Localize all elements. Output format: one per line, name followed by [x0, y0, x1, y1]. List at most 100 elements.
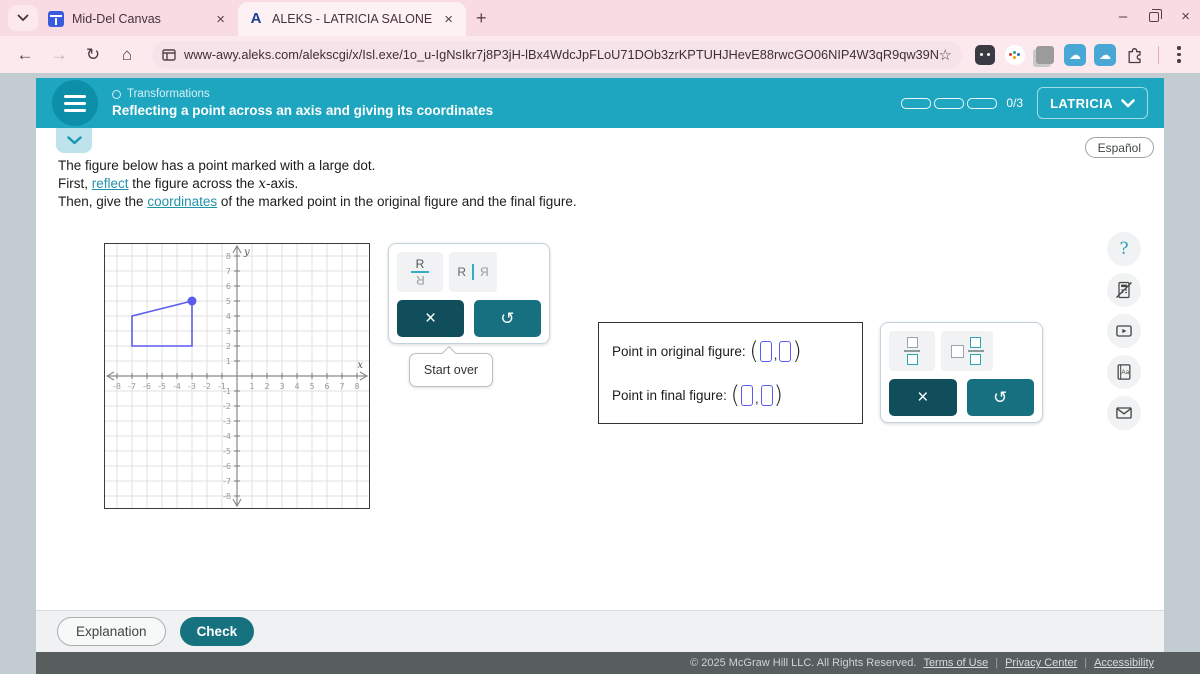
reflect-vertical-button[interactable]: R R	[449, 252, 497, 292]
user-menu-button[interactable]: LATRICIA	[1037, 87, 1148, 119]
svg-text:y: y	[243, 247, 250, 258]
svg-text:-8: -8	[223, 492, 231, 501]
dictionary-button[interactable]: Aa	[1107, 355, 1141, 389]
svg-text:-2: -2	[223, 402, 231, 411]
progress-segment	[901, 97, 932, 109]
accessibility-link[interactable]: Accessibility	[1094, 657, 1154, 669]
whole-number-box	[950, 344, 964, 358]
svg-text:Aa: Aa	[1121, 369, 1129, 376]
text: the figure across the	[128, 176, 259, 191]
explanation-button[interactable]: Explanation	[57, 617, 166, 646]
extensions-puzzle-button[interactable]	[1122, 42, 1148, 68]
final-x-input[interactable]	[740, 384, 753, 406]
denominator-box	[906, 354, 918, 365]
fraction-bar	[967, 350, 984, 352]
original-x-input[interactable]	[759, 340, 772, 362]
clear-button[interactable]: ×	[889, 379, 957, 416]
hamburger-menu-button[interactable]	[52, 80, 98, 126]
tab-mid-del-canvas[interactable]: Mid-Del Canvas ×	[38, 2, 238, 36]
question-line-2: First, reflect the figure across the x-a…	[58, 175, 577, 193]
topic-label: Transformations	[127, 88, 210, 100]
restore-button[interactable]	[1149, 9, 1163, 22]
url-text: www-awy.aleks.com/alekscgi/x/Isl.exe/1o_…	[184, 47, 939, 62]
message-button[interactable]	[1107, 396, 1141, 430]
camera-icon	[1036, 45, 1054, 64]
aleks-page: Transformations Reflecting a point acros…	[0, 73, 1200, 674]
open-paren: (	[749, 337, 759, 365]
extension-color-icon[interactable]	[1002, 42, 1028, 68]
text: First,	[58, 176, 92, 191]
check-button[interactable]: Check	[179, 617, 255, 646]
reflect-horizontal-button[interactable]: R R	[397, 252, 443, 292]
calculator-disabled-button[interactable]	[1107, 273, 1141, 307]
user-name: LATRICIA	[1050, 95, 1113, 111]
vertical-axis-line	[472, 264, 474, 280]
letter-r-flipped: R	[415, 273, 425, 287]
letter-r: R	[415, 257, 425, 271]
espanol-button[interactable]: Español	[1084, 137, 1154, 158]
minimize-button[interactable]: –	[1119, 8, 1127, 26]
answer-box: Point in original figure: (,) Point in f…	[598, 322, 863, 424]
svg-text:-5: -5	[223, 447, 231, 456]
extension-cloud1-icon[interactable]: ☁	[1062, 42, 1088, 68]
svg-text:-7: -7	[223, 477, 231, 486]
extension-grey-icon[interactable]	[1032, 42, 1058, 68]
fraction-button[interactable]	[889, 331, 935, 371]
svg-text:-5: -5	[158, 382, 166, 391]
tab-search-button[interactable]	[8, 5, 38, 31]
undo-button[interactable]: ↺	[966, 379, 1034, 416]
svg-text:-4: -4	[223, 432, 231, 441]
back-button[interactable]: ←	[10, 40, 40, 70]
numerator-box	[970, 337, 981, 348]
reload-button[interactable]: ↻	[78, 40, 108, 70]
svg-text:-6: -6	[143, 382, 151, 391]
extension-snap-icon[interactable]	[972, 42, 998, 68]
clear-button[interactable]: ×	[397, 300, 464, 337]
toolbar-divider	[1158, 45, 1159, 64]
final-y-input[interactable]	[760, 384, 773, 406]
close-window-button[interactable]: ×	[1181, 8, 1190, 26]
marked-point[interactable]	[187, 296, 197, 306]
svg-text:-1: -1	[223, 387, 231, 396]
page-title: Reflecting a point across an axis and gi…	[112, 103, 494, 118]
original-y-input[interactable]	[779, 340, 792, 362]
graph-svg[interactable]: -8-8-7-7-6-6-5-5-4-4-3-3-2-2-1-111223344…	[104, 243, 370, 509]
help-button[interactable]: ?	[1107, 232, 1141, 266]
video-button[interactable]	[1107, 314, 1141, 348]
tab-close-icon[interactable]: ×	[441, 11, 456, 28]
undo-button[interactable]: ↺	[474, 300, 541, 337]
reflect-link[interactable]: reflect	[92, 176, 129, 191]
canvas-favicon-icon	[48, 11, 64, 27]
final-point-row: Point in final figure: (,)	[612, 381, 849, 409]
svg-text:-4: -4	[173, 382, 181, 391]
separator: |	[995, 657, 999, 669]
browser-toolbar: ← → ↻ ⌂ www-awy.aleks.com/alekscgi/x/Isl…	[0, 36, 1200, 73]
bookmark-star-icon[interactable]: ☆	[939, 46, 952, 64]
url-bar[interactable]: www-awy.aleks.com/alekscgi/x/Isl.exe/1o_…	[152, 40, 962, 69]
svg-text:-3: -3	[188, 382, 196, 391]
question-mark-icon: ?	[1119, 239, 1129, 259]
fraction-tool-palette: × ↺	[880, 322, 1043, 423]
new-tab-button[interactable]: +	[476, 8, 487, 29]
reflect-tool-palette: R R R R × ↺	[388, 243, 550, 344]
privacy-center-link[interactable]: Privacy Center	[1005, 657, 1077, 669]
progress-label: 0/3	[1006, 96, 1024, 110]
extension-cloud2-icon[interactable]: ☁	[1092, 42, 1118, 68]
tab-close-icon[interactable]: ×	[213, 11, 228, 28]
forward-button[interactable]: →	[44, 40, 74, 70]
coordinates-link[interactable]: coordinates	[147, 194, 217, 209]
home-button[interactable]: ⌂	[112, 40, 142, 70]
chevron-down-icon	[66, 136, 82, 145]
open-paren: (	[730, 381, 740, 409]
chevron-down-icon	[17, 14, 29, 22]
letter-r: R	[457, 265, 466, 279]
mixed-number-button[interactable]	[941, 331, 993, 371]
collapse-question-button[interactable]	[56, 128, 92, 153]
robot-icon	[975, 44, 995, 65]
tab-aleks-active[interactable]: A ALEKS - LATRICIA SALONE - Le ×	[238, 2, 466, 36]
browser-menu-button[interactable]	[1169, 46, 1189, 63]
coordinate-grid[interactable]: -8 -8 -7 -7 -6 -6 -5 -5 -4 -4 -3 -3 -2 -2 -1 -1 1 1 2 2 3 3 4 4…	[104, 243, 370, 514]
fraction-bar	[904, 350, 920, 352]
site-info-icon[interactable]	[162, 48, 176, 62]
terms-of-use-link[interactable]: Terms of Use	[923, 657, 988, 669]
